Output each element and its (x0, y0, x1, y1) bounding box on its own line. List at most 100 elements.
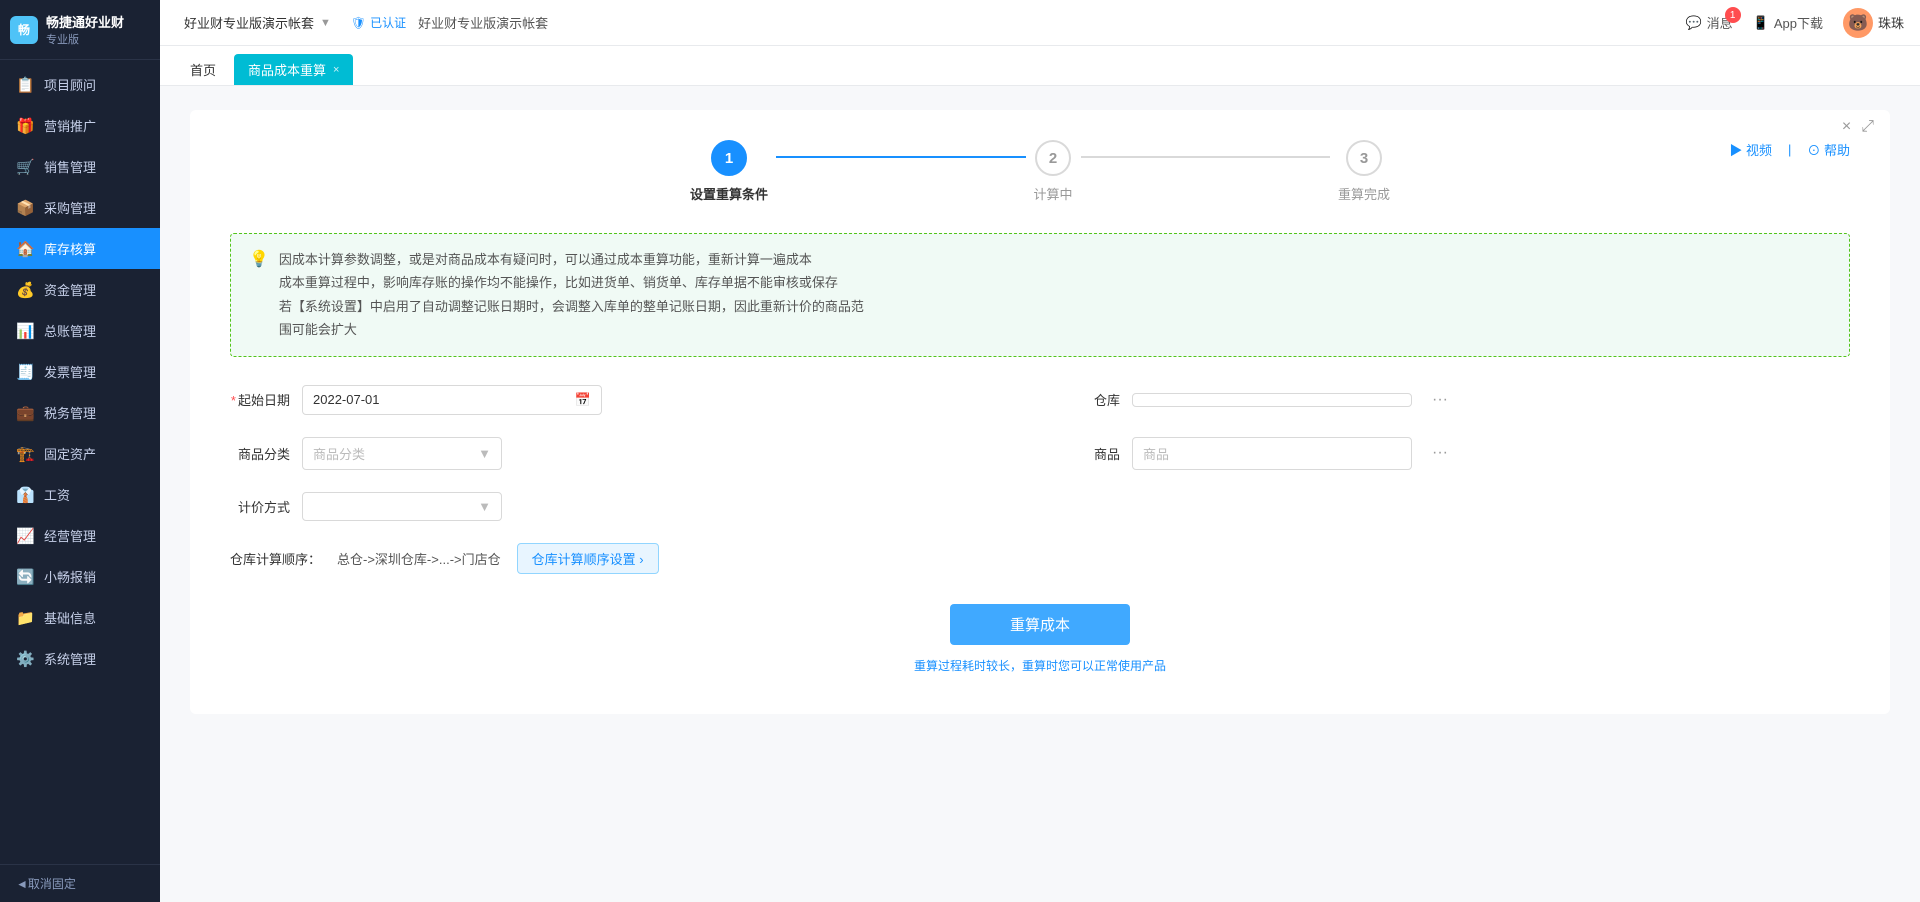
step-circle-1: 2 (1035, 140, 1071, 176)
step-connector-0 (776, 156, 1025, 158)
sidebar-item-marketing[interactable]: 🎁营销推广 (0, 105, 160, 146)
warehouse-order-settings-button[interactable]: 仓库计算顺序设置 › (517, 543, 659, 574)
user-profile[interactable]: 🐻 珠珠 (1843, 8, 1904, 38)
start-date-value: 2022-07-01 (313, 392, 380, 407)
account-selector[interactable]: 好业财专业版演示帐套 ▼ (176, 9, 339, 36)
product-input[interactable]: 商品 (1132, 437, 1412, 470)
sidebar-item-label: 经营管理 (44, 526, 96, 545)
invoice-icon: 🧾 (16, 363, 34, 381)
message-badge: 1 (1725, 7, 1741, 23)
pricing-select[interactable]: ▼ (302, 492, 502, 521)
warehouse-order-btn-label: 仓库计算顺序设置 › (532, 549, 644, 568)
warehouse-more-button[interactable]: ··· (1432, 391, 1448, 409)
account-select-name: 好业财专业版演示帐套 (184, 13, 314, 32)
form-row-3: 计价方式 ▼ (230, 492, 1850, 521)
warehouse-order-value: 总仓->深圳仓库->...->门店仓 (337, 549, 501, 568)
info-box: 💡 因成本计算参数调整，或是对商品成本有疑问时，可以通过成本重算功能，重新计算一… (230, 233, 1850, 357)
sidebar-item-finance[interactable]: 💰 资金管理 (0, 269, 160, 310)
message-icon: 💬 (1685, 15, 1701, 31)
info-text: 因成本计算参数调整，或是对商品成本有疑问时，可以通过成本重算功能，重新计算一遍成… (279, 248, 864, 342)
steps-container: 1 设置重算条件 2 计算中 3 重算完成 (690, 140, 1390, 203)
step-connector-1 (1081, 156, 1330, 158)
info-line: 若【系统设置】中启用了自动调整记账日期时，会调整入库单的整单记账日期，因此重新计… (279, 295, 864, 318)
sidebar-footer-unpin[interactable]: ◄取消固定 (0, 864, 160, 902)
sidebar-item-operations[interactable]: 📈经营管理 (0, 515, 160, 556)
sidebar-item-label: 项目顾问 (44, 75, 96, 94)
accounting-icon: 📊 (16, 322, 34, 340)
project-icon: 📋 (16, 76, 34, 94)
expand-window-button[interactable]: ⤢ (1861, 118, 1874, 136)
marketing-icon: 🎁 (16, 117, 34, 135)
tab-home[interactable]: 首页 (176, 54, 230, 85)
sidebar-item-label: 总账管理 (44, 321, 96, 340)
product-more-button[interactable]: ··· (1432, 444, 1448, 462)
sidebar-item-payroll[interactable]: 👔工资 (0, 474, 160, 515)
app-logo: 畅 (10, 16, 38, 44)
app-download-button[interactable]: 📱 App下载 (1753, 13, 1823, 32)
sidebar-item-label: 工资 (44, 485, 70, 504)
sidebar-item-inventory[interactable]: 🏠库存核算 (0, 228, 160, 269)
window-controls: × ⤢ (1842, 118, 1874, 136)
mobile-icon: 📱 (1753, 15, 1769, 31)
basic-icon: 📁 (16, 609, 34, 627)
product-label: 商品 (1060, 444, 1120, 463)
tab-recalc[interactable]: 商品成本重算 × (234, 54, 353, 85)
recalc-hint: 重算过程耗时较长，重算时您可以正常使用产品 (230, 657, 1850, 674)
sidebar-item-label: 固定资产 (44, 444, 96, 463)
close-window-button[interactable]: × (1842, 118, 1851, 136)
purchase-icon: 📦 (16, 199, 34, 217)
info-line: 因成本计算参数调整，或是对商品成本有疑问时，可以通过成本重算功能，重新计算一遍成… (279, 248, 864, 271)
category-label: 商品分类 (230, 444, 290, 463)
calendar-icon[interactable]: 📅 (575, 392, 591, 408)
product-field: 商品 商品 ··· (1060, 437, 1850, 470)
sidebar-item-sales[interactable]: 🛒销售管理 (0, 146, 160, 187)
sidebar-item-accounting[interactable]: 📊 总账管理 (0, 310, 160, 351)
info-icon: 💡 (249, 249, 269, 269)
sidebar-nav: 📋 项目顾问 🎁营销推广🛒销售管理 📦 采购管理 🏠库存核算 💰 资金管理 📊 总账管理 🧾发票管理… (0, 60, 160, 864)
finance-icon: 💰 (16, 281, 34, 299)
help-separator: | (1788, 142, 1791, 157)
start-date-input[interactable]: 2022-07-01 📅 (302, 385, 602, 415)
info-line: 围可能会扩大 (279, 318, 864, 341)
message-button[interactable]: 💬 消息 1 (1685, 13, 1732, 32)
product-placeholder: 商品 (1143, 444, 1169, 463)
sidebar-item-basic[interactable]: 📁基础信息 (0, 597, 160, 638)
required-star: * (231, 393, 236, 408)
step-label-2: 重算完成 (1338, 184, 1390, 203)
category-select[interactable]: 商品分类 ▼ (302, 437, 502, 470)
step-circle-0: 1 (711, 140, 747, 176)
info-line: 成本重算过程中，影响库存账的操作均不能操作，比如进货单、销货单、库存单据不能审核… (279, 271, 864, 294)
step-circle-2: 3 (1346, 140, 1382, 176)
step-0: 1 设置重算条件 (690, 140, 768, 203)
sidebar-item-tax[interactable]: 💼税务管理 (0, 392, 160, 433)
sidebar-item-invoice[interactable]: 🧾发票管理 (0, 351, 160, 392)
sidebar-item-label: 采购管理 (44, 198, 96, 217)
content-area: × ⤢ ▶ 视频 | ⊙ 帮助 1 设置重算条件 2 计算中 3 重算完成 💡 … (160, 86, 1920, 902)
sidebar-item-expense[interactable]: 🔄小畅报销 (0, 556, 160, 597)
category-field: 商品分类 商品分类 ▼ (230, 437, 1020, 470)
sidebar-item-project[interactable]: 📋 项目顾问 (0, 64, 160, 105)
pricing-field: 计价方式 ▼ (230, 492, 1020, 521)
sidebar-item-label: 小畅报销 (44, 567, 96, 586)
tab-label-recalc: 商品成本重算 (248, 60, 326, 79)
sidebar-item-label: 资金管理 (44, 280, 96, 299)
sidebar-item-label: 系统管理 (44, 649, 96, 668)
shield-icon: 🛡 (351, 16, 366, 30)
avatar: 🐻 (1843, 8, 1873, 38)
verified-account-name: 好业财专业版演示帐套 (418, 13, 548, 32)
video-help-link[interactable]: ▶ 视频 (1729, 140, 1772, 159)
sidebar-item-assets[interactable]: 🏗️固定资产 (0, 433, 160, 474)
tab-close-recalc[interactable]: × (333, 64, 339, 76)
unpin-label: ◄取消固定 (16, 875, 76, 892)
sidebar-header: 畅 畅捷通好业财 专业版 (0, 0, 160, 60)
sales-icon: 🛒 (16, 158, 34, 176)
warehouse-input[interactable] (1132, 393, 1412, 407)
category-placeholder: 商品分类 (313, 444, 365, 463)
app-download-label: App下载 (1774, 13, 1823, 32)
sidebar-item-system[interactable]: ⚙️系统管理 (0, 638, 160, 679)
sidebar: 畅 畅捷通好业财 专业版 📋 项目顾问 🎁营销推广🛒销售管理 📦 采购管理 🏠库存核算 💰 资… (0, 0, 160, 902)
recalculate-button[interactable]: 重算成本 (950, 604, 1130, 645)
help-link[interactable]: ⊙ 帮助 (1807, 140, 1850, 159)
sidebar-item-purchase[interactable]: 📦 采购管理 (0, 187, 160, 228)
sidebar-item-label: 税务管理 (44, 403, 96, 422)
